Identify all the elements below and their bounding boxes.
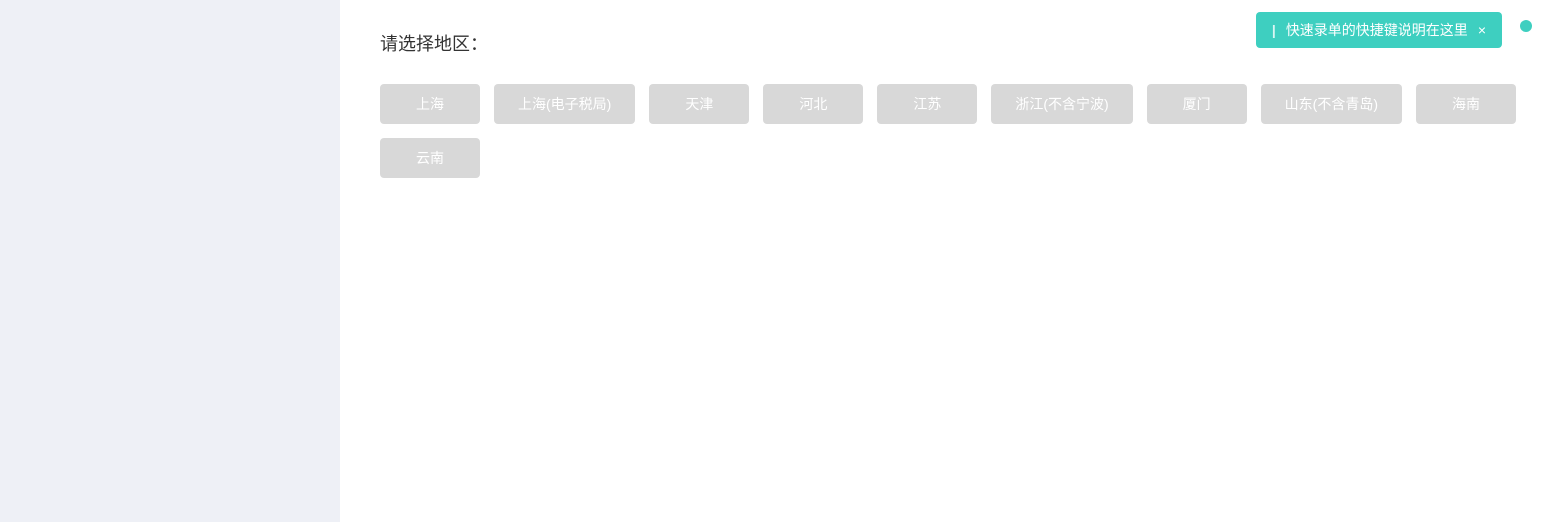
region-btn-xiamen[interactable]: 厦门 [1147,84,1247,124]
main-content: 请选择地区： 上海上海(电子税局)天津河北江苏浙江(不含宁波)厦门山东(不含青岛… [340,0,1562,522]
region-btn-tianjin[interactable]: 天津 [649,84,749,124]
left-panel [0,0,340,522]
region-buttons: 上海上海(电子税局) 天津河北江苏浙江(不含宁波) 厦门山东(不含青岛) 海南云南 [380,84,1522,178]
region-btn-jiangsu[interactable]: 江苏 [877,84,977,124]
region-btn-yunnan[interactable]: 云南 [380,138,480,178]
region-btn-hebei[interactable]: 河北 [763,84,863,124]
region-btn-shanghai[interactable]: 上海 [380,84,480,124]
tooltip-banner: 快速录单的快捷键说明在这里 × [1256,12,1502,48]
region-btn-shandong[interactable]: 山东(不含青岛) [1261,84,1402,124]
tooltip-text: 快速录单的快捷键说明在这里 [1286,20,1468,40]
region-btn-zhejiang[interactable]: 浙江(不含宁波) [991,84,1132,124]
region-btn-hainan[interactable]: 海南 [1416,84,1516,124]
region-btn-shanghai-etax[interactable]: 上海(电子税局) [494,84,635,124]
tooltip-close-button[interactable]: × [1478,22,1486,38]
tooltip-dot [1520,20,1532,32]
